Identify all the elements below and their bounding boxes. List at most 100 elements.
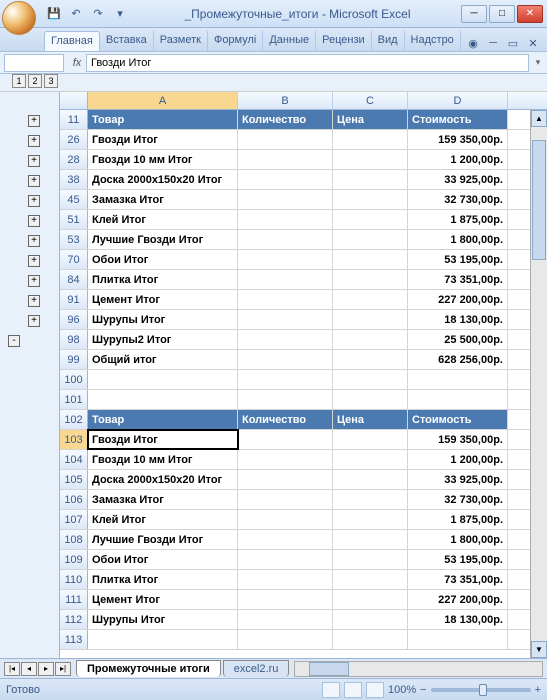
row-number[interactable]: 104 (60, 450, 88, 469)
cell[interactable]: 18 130,00р. (408, 610, 508, 629)
cell[interactable] (333, 210, 408, 229)
row-number[interactable]: 26 (60, 130, 88, 149)
row-number[interactable]: 100 (60, 370, 88, 389)
cell[interactable]: 33 925,00р. (408, 170, 508, 189)
vertical-scrollbar[interactable]: ▲ ▼ (530, 110, 547, 658)
help-icon[interactable]: ◉ (465, 35, 481, 51)
cell[interactable]: Замазка Итог (88, 190, 238, 209)
cell[interactable]: Обои Итог (88, 250, 238, 269)
cell[interactable] (88, 370, 238, 389)
cell[interactable]: Плитка Итог (88, 570, 238, 589)
zoom-slider[interactable] (431, 688, 531, 692)
cell[interactable]: Общий итог (88, 350, 238, 369)
cell[interactable] (238, 530, 333, 549)
outline-collapse-icon[interactable]: - (8, 335, 20, 347)
cell[interactable] (238, 190, 333, 209)
ribbon-tab[interactable]: Формулі (208, 31, 263, 51)
cell[interactable]: 1 875,00р. (408, 210, 508, 229)
column-header[interactable]: A (88, 92, 238, 109)
row-number[interactable]: 45 (60, 190, 88, 209)
row-number[interactable]: 84 (60, 270, 88, 289)
cell[interactable]: Шурупы Итог (88, 310, 238, 329)
cell[interactable]: Гвозди 10 мм Итог (88, 450, 238, 469)
cell[interactable] (238, 590, 333, 609)
cell[interactable] (408, 630, 508, 649)
header-cell[interactable]: Количество (238, 110, 333, 129)
cell[interactable]: Доска 2000х150х20 Итог (88, 470, 238, 489)
ribbon-minimize-icon[interactable]: ─ (485, 35, 501, 51)
row-number[interactable]: 53 (60, 230, 88, 249)
cell[interactable]: 227 200,00р. (408, 590, 508, 609)
header-cell[interactable]: Цена (333, 410, 408, 429)
cell[interactable]: 53 195,00р. (408, 250, 508, 269)
cell[interactable] (333, 330, 408, 349)
cell[interactable] (333, 290, 408, 309)
cell[interactable]: 1 800,00р. (408, 530, 508, 549)
cell[interactable]: Замазка Итог (88, 490, 238, 509)
cell[interactable] (333, 570, 408, 589)
cell[interactable] (238, 390, 333, 409)
cell[interactable] (333, 490, 408, 509)
cell[interactable] (333, 390, 408, 409)
save-icon[interactable]: 💾 (44, 4, 64, 24)
cell[interactable] (238, 510, 333, 529)
close-workbook-icon[interactable]: ✕ (525, 35, 541, 51)
cell[interactable] (238, 470, 333, 489)
cell[interactable] (238, 290, 333, 309)
row-number[interactable]: 110 (60, 570, 88, 589)
sheet-tab-inactive[interactable]: excel2.ru (223, 660, 290, 677)
scroll-down-icon[interactable]: ▼ (531, 641, 547, 658)
tab-first-icon[interactable]: |◂ (4, 662, 20, 676)
cell[interactable]: 227 200,00р. (408, 290, 508, 309)
ribbon-tab[interactable]: Вставка (100, 31, 154, 51)
formula-input[interactable]: Гвозди Итог (86, 54, 529, 72)
cell[interactable] (333, 630, 408, 649)
cell[interactable] (333, 510, 408, 529)
cell[interactable]: Шурупы2 Итог (88, 330, 238, 349)
cell[interactable] (238, 610, 333, 629)
outline-expand-icon[interactable]: + (28, 195, 40, 207)
cell[interactable]: 1 800,00р. (408, 230, 508, 249)
cell[interactable]: Обои Итог (88, 550, 238, 569)
row-number[interactable]: 112 (60, 610, 88, 629)
cell[interactable] (333, 550, 408, 569)
vscroll-thumb[interactable] (532, 140, 546, 260)
ribbon-tab[interactable]: Рецензи (316, 31, 372, 51)
cell[interactable] (333, 470, 408, 489)
row-number[interactable]: 105 (60, 470, 88, 489)
cell[interactable]: Гвозди Итог (88, 130, 238, 149)
cell[interactable]: Лучшие Гвозди Итог (88, 230, 238, 249)
cell[interactable] (88, 390, 238, 409)
zoom-level[interactable]: 100% (388, 684, 416, 696)
header-cell[interactable]: Количество (238, 410, 333, 429)
row-number[interactable]: 70 (60, 250, 88, 269)
row-number[interactable]: 102 (60, 410, 88, 429)
undo-icon[interactable]: ↶ (66, 4, 86, 24)
cell[interactable]: Гвозди 10 мм Итог (88, 150, 238, 169)
cell[interactable] (238, 230, 333, 249)
ribbon-tab[interactable]: Разметк (154, 31, 208, 51)
cell[interactable]: Клей Итог (88, 510, 238, 529)
redo-icon[interactable]: ↷ (88, 4, 108, 24)
cell[interactable]: 32 730,00р. (408, 190, 508, 209)
row-number[interactable]: 108 (60, 530, 88, 549)
cell[interactable]: Доска 2000х150х20 Итог (88, 170, 238, 189)
column-header[interactable]: C (333, 92, 408, 109)
fx-icon[interactable]: fx (68, 57, 86, 69)
row-number[interactable]: 106 (60, 490, 88, 509)
sheet-tab-active[interactable]: Промежуточные итоги (76, 660, 221, 677)
cell[interactable]: 1 875,00р. (408, 510, 508, 529)
cell[interactable] (238, 630, 333, 649)
header-cell[interactable]: Товар (88, 110, 238, 129)
horizontal-scrollbar[interactable] (294, 661, 543, 677)
name-box[interactable] (4, 54, 64, 72)
cell[interactable] (333, 450, 408, 469)
header-cell[interactable]: Стоимость (408, 410, 508, 429)
select-all-corner[interactable] (60, 92, 88, 109)
header-cell[interactable]: Цена (333, 110, 408, 129)
cell[interactable] (238, 550, 333, 569)
row-number[interactable]: 99 (60, 350, 88, 369)
row-number[interactable]: 98 (60, 330, 88, 349)
row-number[interactable]: 96 (60, 310, 88, 329)
hscroll-thumb[interactable] (309, 662, 349, 676)
